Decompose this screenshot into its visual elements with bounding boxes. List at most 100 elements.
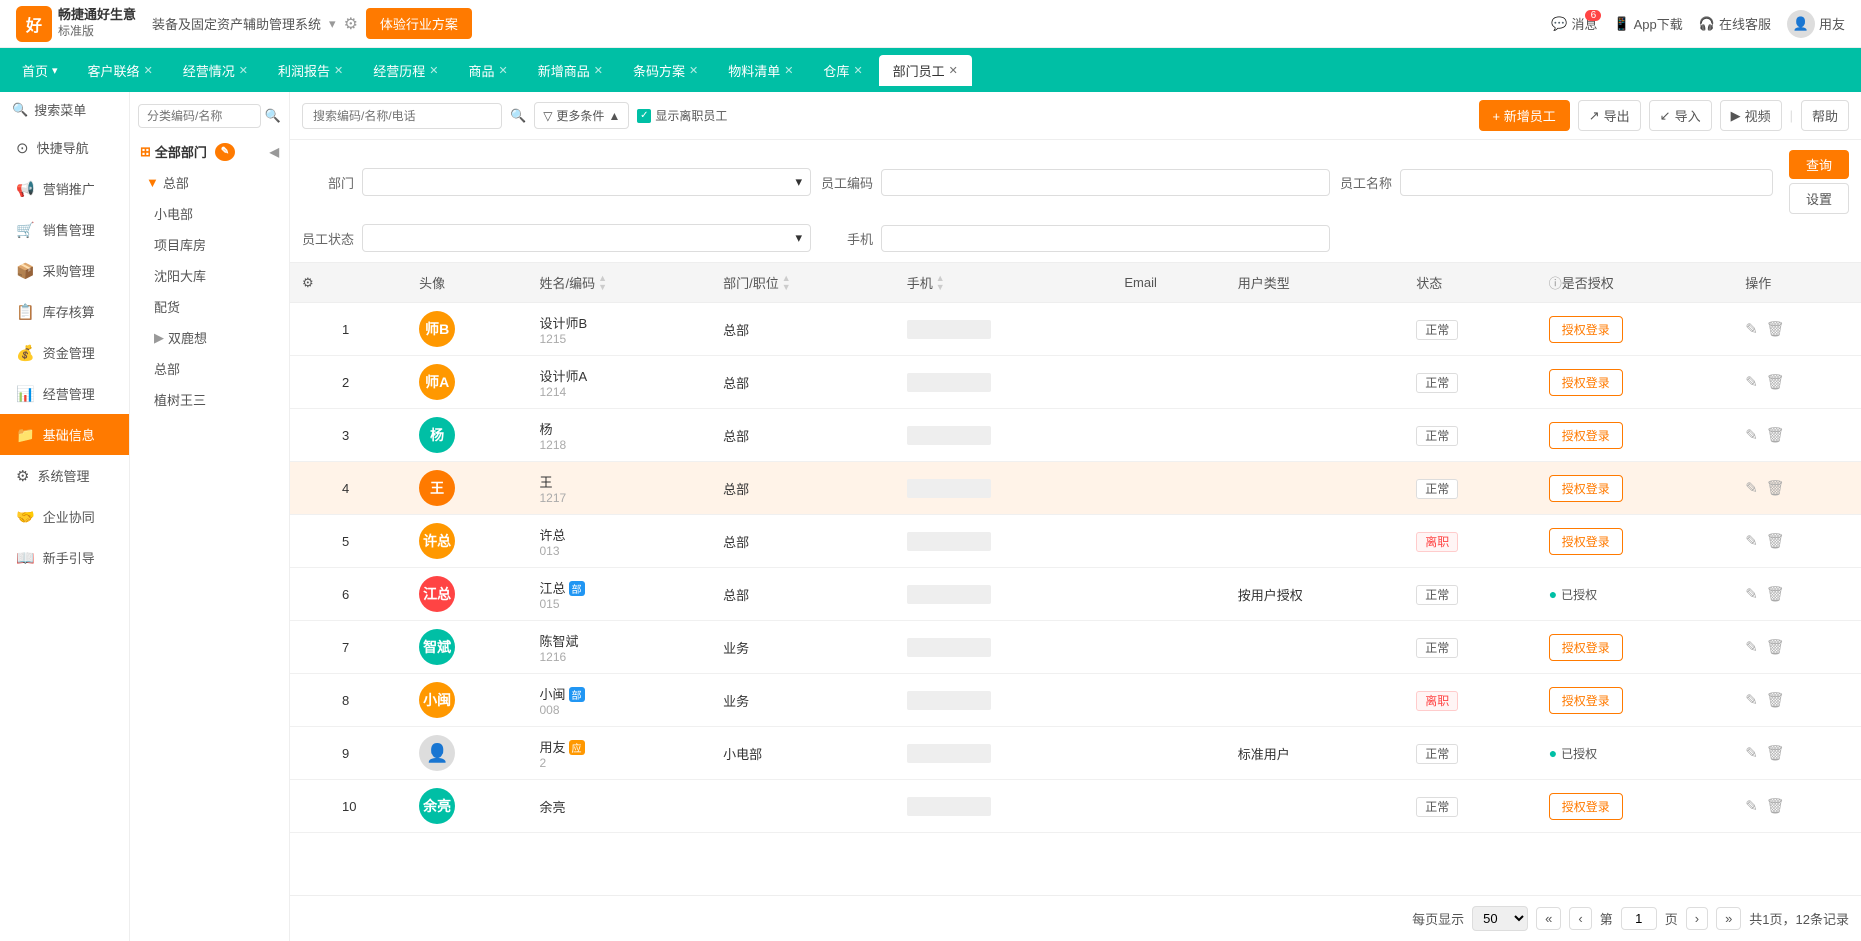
delete-icon[interactable]: 🗑 xyxy=(1766,479,1785,497)
tab-close-icon[interactable]: ✕ xyxy=(499,64,508,77)
trial-button[interactable]: 体验行业方案 xyxy=(366,8,472,39)
show-inactive-toggle[interactable]: ✓ 显示离职员工 xyxy=(637,107,727,124)
edit-icon[interactable]: ✎ xyxy=(1745,373,1758,391)
collapse-icon[interactable]: ◀ xyxy=(270,145,279,159)
edit-icon[interactable]: ✎ xyxy=(1745,426,1758,444)
prev-page-btn[interactable]: ‹ xyxy=(1569,907,1591,930)
auth-login-button[interactable]: 授权登录 xyxy=(1549,316,1623,343)
sidebar-item-system[interactable]: ⚙系统管理 xyxy=(0,455,129,496)
edit-icon[interactable]: ✎ xyxy=(1745,532,1758,550)
th-gear[interactable]: ⚙ xyxy=(290,263,330,303)
delete-icon[interactable]: 🗑 xyxy=(1766,744,1785,762)
nav-tab-首页[interactable]: 首页▾ xyxy=(8,55,72,86)
next-page-btn[interactable]: › xyxy=(1686,907,1708,930)
help-button[interactable]: 帮助 xyxy=(1801,100,1849,131)
tab-close-icon[interactable]: ✕ xyxy=(784,64,793,77)
app-download-button[interactable]: 📱 App下载 xyxy=(1613,14,1682,33)
delete-icon[interactable]: 🗑 xyxy=(1766,691,1785,709)
sidebar-item-finance[interactable]: 💰资金管理 xyxy=(0,332,129,373)
tab-close-icon[interactable]: ✕ xyxy=(144,64,153,77)
edit-icon[interactable]: ✎ xyxy=(1745,479,1758,497)
dept-tree-item[interactable]: ▶ 双鹿想 xyxy=(130,322,289,353)
dept-tree-item[interactable]: 小电部 xyxy=(130,198,289,229)
edit-icon[interactable]: ✎ xyxy=(1745,320,1758,338)
edit-icon[interactable]: ✎ xyxy=(1745,691,1758,709)
message-button[interactable]: 💬 6 消息 xyxy=(1551,14,1597,33)
nav-tab-部门员工[interactable]: 部门员工✕ xyxy=(879,55,972,86)
nav-tab-经营情况[interactable]: 经营情况✕ xyxy=(169,55,262,86)
delete-icon[interactable]: 🗑 xyxy=(1766,426,1785,444)
tab-close-icon[interactable]: ✕ xyxy=(949,64,958,77)
emp-name-input[interactable] xyxy=(1400,169,1773,196)
delete-icon[interactable]: 🗑 xyxy=(1766,320,1785,338)
tab-close-icon[interactable]: ✕ xyxy=(334,64,343,77)
sidebar-item-basic-info[interactable]: 📁基础信息 xyxy=(0,414,129,455)
user-menu[interactable]: 👤 用友 xyxy=(1787,10,1845,38)
add-employee-button[interactable]: + 新增员工 xyxy=(1479,100,1570,131)
sidebar-item-guide[interactable]: 📖新手引导 xyxy=(0,537,129,578)
auth-login-button[interactable]: 授权登录 xyxy=(1549,369,1623,396)
auth-login-button[interactable]: 授权登录 xyxy=(1549,475,1623,502)
th-phone[interactable]: 手机 ▲▼ xyxy=(895,263,1113,303)
info-icon[interactable]: ⓘ xyxy=(1549,276,1562,291)
delete-icon[interactable]: 🗑 xyxy=(1766,638,1785,656)
sidebar-item-quick-nav[interactable]: ⊙快捷导航 xyxy=(0,127,129,168)
online-service-button[interactable]: 🎧 在线客服 xyxy=(1699,14,1771,33)
sidebar-item-inventory[interactable]: 📋库存核算 xyxy=(0,291,129,332)
dept-tree-item[interactable]: 沈阳大库 xyxy=(130,260,289,291)
phone-input[interactable] xyxy=(881,225,1330,252)
search-button[interactable]: 查询 xyxy=(1789,150,1849,179)
th-name[interactable]: 姓名/编码 ▲▼ xyxy=(528,263,712,303)
tab-close-icon[interactable]: ✕ xyxy=(429,64,438,77)
dept-header[interactable]: ⊞ 全部部门 ✎ ◀ xyxy=(130,136,289,167)
sidebar-item-sales[interactable]: 🛒销售管理 xyxy=(0,209,129,250)
dept-tree-item[interactable]: 植树王三 xyxy=(130,384,289,415)
gear-icon[interactable]: ⚙ xyxy=(344,14,358,34)
nav-tab-新增商品[interactable]: 新增商品✕ xyxy=(524,55,617,86)
nav-tab-客户联络[interactable]: 客户联络✕ xyxy=(74,55,167,86)
sidebar-search-btn[interactable]: 🔍 搜索菜单 xyxy=(0,92,129,127)
dept-search-input[interactable] xyxy=(138,104,261,128)
page-number-input[interactable] xyxy=(1621,907,1657,930)
view-button[interactable]: ▶ 视频 xyxy=(1720,100,1782,131)
tab-close-icon[interactable]: ✕ xyxy=(689,64,698,77)
th-dept[interactable]: 部门/职位 ▲▼ xyxy=(711,263,895,303)
dept-select[interactable]: ▾ xyxy=(362,168,811,196)
export-button[interactable]: ↗ 导出 xyxy=(1578,100,1641,131)
auth-login-button[interactable]: 授权登录 xyxy=(1549,528,1623,555)
nav-tab-利润报告[interactable]: 利润报告✕ xyxy=(264,55,357,86)
dept-edit-icon[interactable]: ✎ xyxy=(215,143,235,161)
reset-button[interactable]: 设置 xyxy=(1789,183,1849,214)
dept-search-icon[interactable]: 🔍 xyxy=(265,108,281,124)
edit-icon[interactable]: ✎ xyxy=(1745,744,1758,762)
delete-icon[interactable]: 🗑 xyxy=(1766,532,1785,550)
delete-icon[interactable]: 🗑 xyxy=(1766,373,1785,391)
per-page-select[interactable]: 50 100 200 xyxy=(1472,906,1528,931)
dept-tree-item[interactable]: ▼ 总部 xyxy=(130,167,289,198)
dept-tree-item[interactable]: 总部 xyxy=(130,353,289,384)
edit-icon[interactable]: ✎ xyxy=(1745,797,1758,815)
nav-tab-条码方案[interactable]: 条码方案✕ xyxy=(619,55,712,86)
tab-close-icon[interactable]: ✕ xyxy=(853,64,862,77)
sidebar-item-marketing[interactable]: 📢营销推广 xyxy=(0,168,129,209)
edit-icon[interactable]: ✎ xyxy=(1745,638,1758,656)
sidebar-item-operations[interactable]: 📊经营管理 xyxy=(0,373,129,414)
delete-icon[interactable]: 🗑 xyxy=(1766,797,1785,815)
sidebar-item-collab[interactable]: 🤝企业协同 xyxy=(0,496,129,537)
dept-tree-item[interactable]: 配货 xyxy=(130,291,289,322)
delete-icon[interactable]: 🗑 xyxy=(1766,585,1785,603)
sidebar-item-purchase[interactable]: 📦采购管理 xyxy=(0,250,129,291)
tab-close-icon[interactable]: ✕ xyxy=(594,64,603,77)
nav-tab-经营历程[interactable]: 经营历程✕ xyxy=(359,55,452,86)
filter-search-icon[interactable]: 🔍 xyxy=(510,108,526,124)
emp-code-input[interactable] xyxy=(881,169,1330,196)
auth-login-button[interactable]: 授权登录 xyxy=(1549,634,1623,661)
nav-tab-仓库[interactable]: 仓库✕ xyxy=(809,55,876,86)
import-button[interactable]: ↙ 导入 xyxy=(1649,100,1712,131)
auth-login-button[interactable]: 授权登录 xyxy=(1549,793,1623,820)
first-page-btn[interactable]: « xyxy=(1536,907,1561,930)
auth-login-button[interactable]: 授权登录 xyxy=(1549,422,1623,449)
nav-tab-商品[interactable]: 商品✕ xyxy=(454,55,521,86)
dept-tree-item[interactable]: 项目库房 xyxy=(130,229,289,260)
dropdown-arrow-icon[interactable]: ▾ xyxy=(329,16,336,32)
